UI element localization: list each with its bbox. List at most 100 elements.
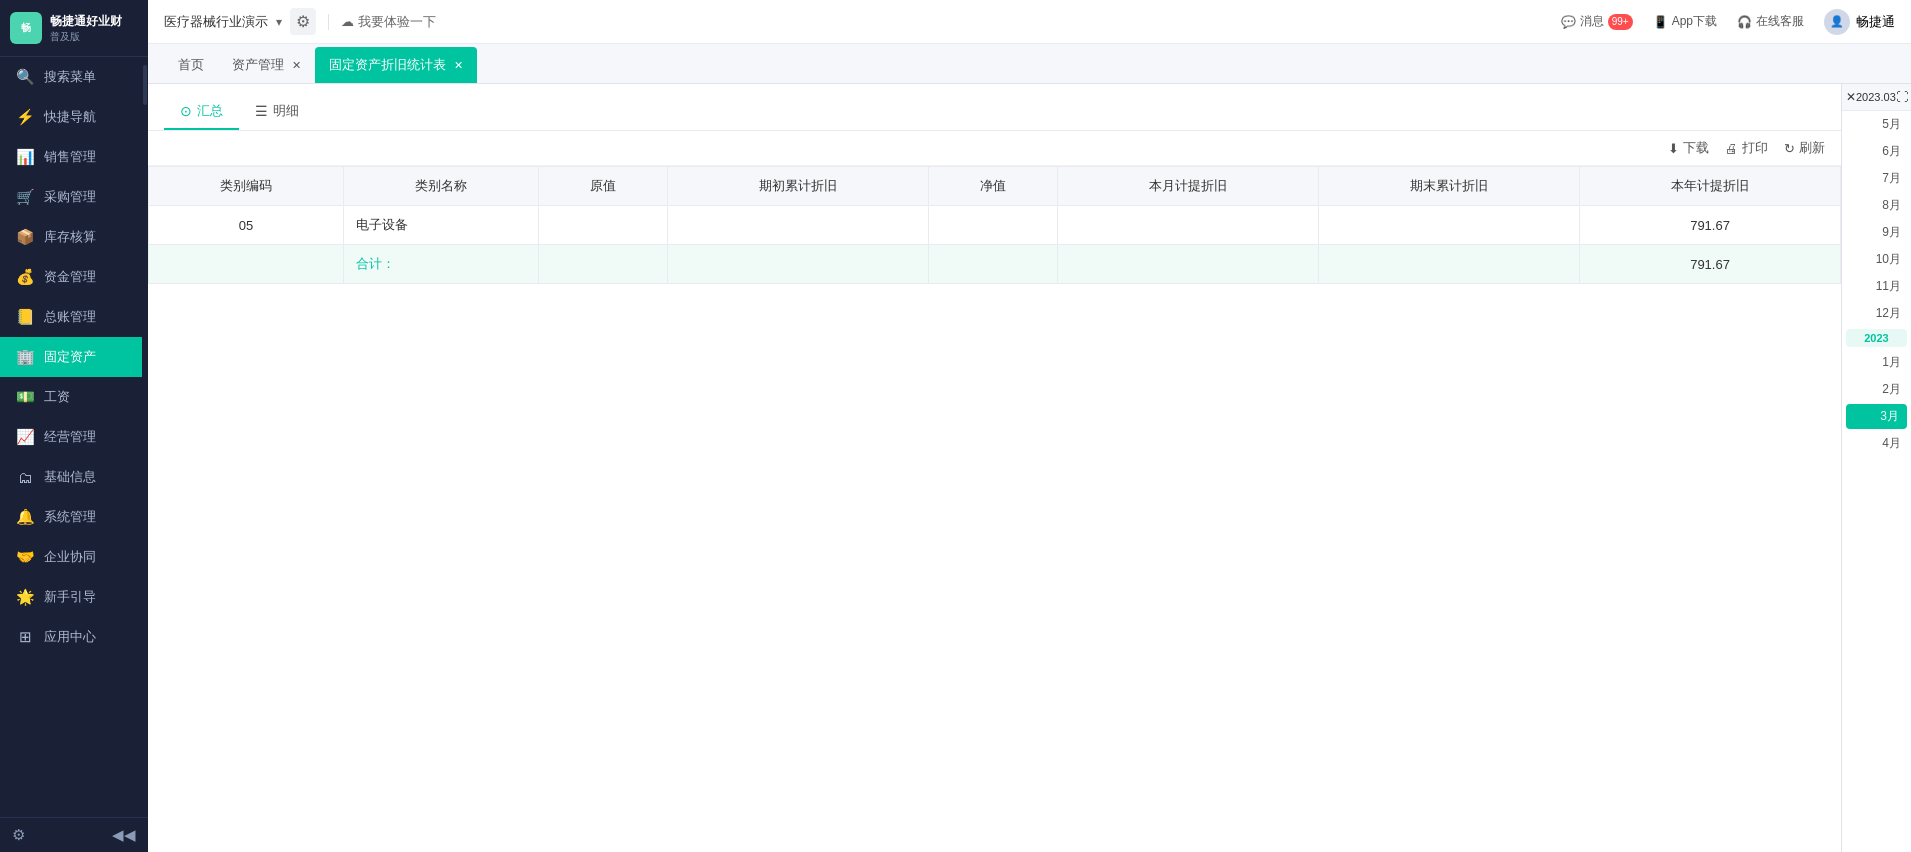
company-name: 医疗器械行业演示 [164,13,268,31]
table-cell [539,206,668,245]
table-cell [1058,206,1319,245]
topbar: 医疗器械行业演示 ▾ ⚙ ☁ 我要体验一下 💬 消息 99+ 📱 App下载 🎧… [148,0,1911,44]
app-version: 普及版 [50,30,122,44]
date-month-item[interactable]: 8月 [1842,192,1911,219]
date-year-group: 5月6月7月8月9月10月11月12月 [1842,111,1911,327]
summary-cell: 合计： [344,245,539,284]
sidebar-item-system[interactable]: 🔔 系统管理 [0,497,148,537]
sidebar-label-app-center: 应用中心 [44,628,96,646]
sidebar-item-app-center[interactable]: ⊞ 应用中心 [0,617,148,657]
date-panel-header: ✕ 2023.03 ⛶ [1842,84,1911,111]
sidebar-label-fixed-asset: 固定资产 [44,348,96,366]
sidebar-item-payroll[interactable]: 💵 工资 [0,377,148,417]
app-download-label: App下载 [1672,13,1717,30]
company-dropdown-icon[interactable]: ▾ [276,15,282,29]
date-panel-expand-icon[interactable]: ⛶ [1896,90,1908,104]
sidebar-label-payroll: 工资 [44,388,70,406]
subtab-summary[interactable]: ⊙ 汇总 [164,94,239,130]
user-menu[interactable]: 👤 畅捷通 [1824,9,1895,35]
message-btn[interactable]: 💬 消息 99+ [1561,13,1633,30]
table-wrapper: 类别编码类别名称原值期初累计折旧净值本月计提折旧期末累计折旧本年计提折旧 05电… [148,166,1841,852]
date-month-item[interactable]: 7月 [1842,165,1911,192]
sidebar-icon-guide: 🌟 [16,588,34,606]
date-month-item[interactable]: 4月 [1842,430,1911,457]
app-download-btn[interactable]: 📱 App下载 [1653,13,1717,30]
table-cell: 电子设备 [344,206,539,245]
sidebar-item-basic-info[interactable]: 🗂 基础信息 [0,457,148,497]
topbar-settings-icon[interactable]: ⚙ [290,8,316,35]
sidebar-item-quick-nav[interactable]: ⚡ 快捷导航 [0,97,148,137]
sidebar-label-operations: 经营管理 [44,428,96,446]
tab-home[interactable]: 首页 [164,47,218,83]
summary-cell [539,245,668,284]
online-service-btn[interactable]: 🎧 在线客服 [1737,13,1804,30]
sidebar-item-guide[interactable]: 🌟 新手引导 [0,577,148,617]
toolbar: ⬇ 下载 🖨 打印 ↻ 刷新 [148,131,1841,166]
tab-fixed-asset-depreciation[interactable]: 固定资产折旧统计表✕ [315,47,477,83]
date-panel: ✕ 2023.03 ⛶ 5月6月7月8月9月10月11月12月 2023 1月2月3… [1841,84,1911,852]
sidebar-item-collab[interactable]: 🤝 企业协同 [0,537,148,577]
sidebar-item-purchase[interactable]: 🛒 采购管理 [0,177,148,217]
message-badge: 99+ [1608,14,1633,30]
sidebar-item-operations[interactable]: 📈 经营管理 [0,417,148,457]
sidebar-icon-finance: 💰 [16,268,34,286]
refresh-icon: ↻ [1784,141,1795,156]
print-btn[interactable]: 🖨 打印 [1725,139,1768,157]
sidebar-collapse-icon[interactable]: ◀◀ [112,826,136,844]
col-本月计提折旧: 本月计提折旧 [1058,167,1319,206]
date-month-item[interactable]: 2月 [1842,376,1911,403]
sidebar-icon-inventory: 📦 [16,228,34,246]
date-month-item[interactable]: 11月 [1842,273,1911,300]
table-cell [929,206,1058,245]
experience-label: 我要体验一下 [358,13,436,31]
date-month-item[interactable]: 1月 [1842,349,1911,376]
table-cell: 791.67 [1580,206,1841,245]
tab-close-fixed-asset-depreciation[interactable]: ✕ [454,59,463,72]
sidebar-item-sales[interactable]: 📊 销售管理 [0,137,148,177]
tab-label-asset-mgmt: 资产管理 [232,56,284,74]
subtab-label-detail: 明细 [273,102,299,120]
topbar-left: 医疗器械行业演示 ▾ ⚙ ☁ 我要体验一下 [164,8,436,35]
refresh-btn[interactable]: ↻ 刷新 [1784,139,1825,157]
experience-cloud-icon: ☁ [341,14,354,29]
sidebar-label-purchase: 采购管理 [44,188,96,206]
sidebar-icon-payroll: 💵 [16,388,34,406]
app-name: 畅捷通好业财 [50,13,122,30]
message-icon: 💬 [1561,15,1576,29]
summary-cell [1058,245,1319,284]
download-icon: ⬇ [1668,141,1679,156]
sidebar-label-system: 系统管理 [44,508,96,526]
sidebar-item-fixed-asset[interactable]: 🏢 固定资产 [0,337,148,377]
col-期初累计折旧: 期初累计折旧 [668,167,929,206]
app-title-block: 畅捷通好业财 普及版 [50,13,122,44]
sidebar-item-inventory[interactable]: 📦 库存核算 [0,217,148,257]
download-btn[interactable]: ⬇ 下载 [1668,139,1709,157]
date-month-item[interactable]: 9月 [1842,219,1911,246]
date-month-item[interactable]: 3月 [1846,404,1907,429]
print-label: 打印 [1742,139,1768,157]
date-month-item[interactable]: 5月 [1842,111,1911,138]
subtab-icon-summary: ⊙ [180,103,192,119]
sidebar-item-finance[interactable]: 💰 资金管理 [0,257,148,297]
date-panel-scroll[interactable]: 5月6月7月8月9月10月11月12月 2023 1月2月3月4月 [1842,111,1911,852]
date-month-item[interactable]: 6月 [1842,138,1911,165]
sidebar-item-ledger[interactable]: 📒 总账管理 [0,297,148,337]
sidebar-label-collab: 企业协同 [44,548,96,566]
col-本年计提折旧: 本年计提折旧 [1580,167,1841,206]
tab-asset-mgmt[interactable]: 资产管理 ✕ [218,47,315,83]
date-year-group: 2023 1月2月3月4月 [1842,329,1911,457]
date-panel-close-icon[interactable]: ✕ [1846,90,1856,104]
sidebar-settings-icon[interactable]: ⚙ [12,826,25,844]
main-area: 医疗器械行业演示 ▾ ⚙ ☁ 我要体验一下 💬 消息 99+ 📱 App下载 🎧… [148,0,1911,852]
table-cell [668,206,929,245]
date-year-label: 2023 [1846,329,1907,347]
date-month-item[interactable]: 10月 [1842,246,1911,273]
tab-close-asset-mgmt[interactable]: ✕ [292,59,301,72]
experience-btn[interactable]: ☁ 我要体验一下 [341,13,436,31]
sidebar-item-search[interactable]: 🔍 搜索菜单 [0,57,148,97]
subtabs: ⊙ 汇总 ☰ 明细 [148,84,1841,131]
table-cell: 05 [149,206,344,245]
subtab-detail[interactable]: ☰ 明细 [239,94,315,130]
date-month-item[interactable]: 12月 [1842,300,1911,327]
avatar: 👤 [1824,9,1850,35]
